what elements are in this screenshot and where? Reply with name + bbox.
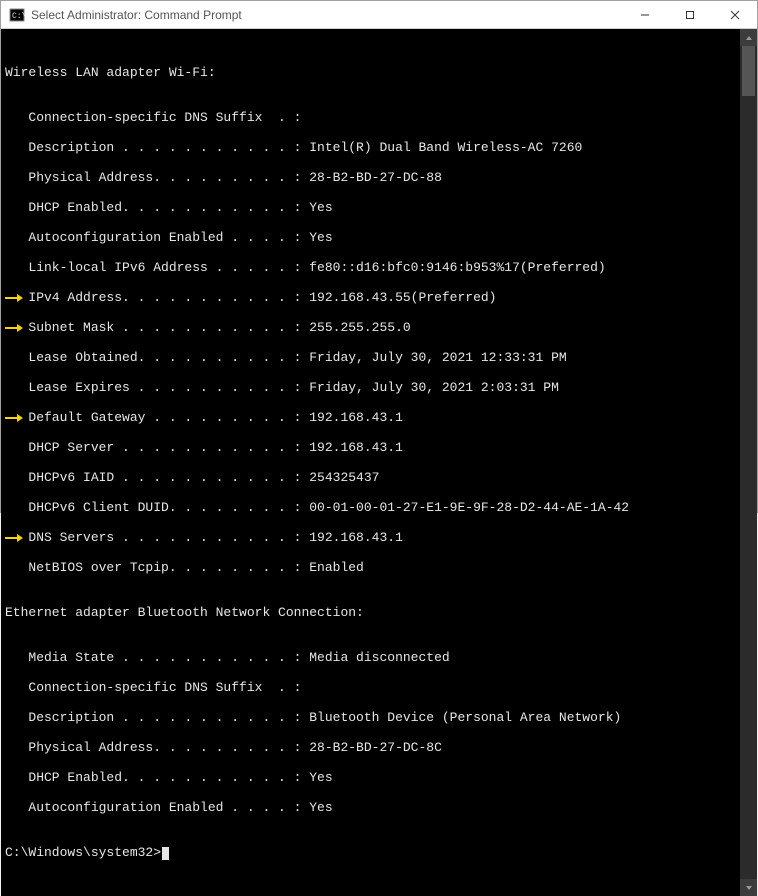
prompt-line: C:\Windows\system32> — [5, 845, 740, 860]
output-line: Physical Address. . . . . . . . . : 28-B… — [5, 170, 740, 185]
output-line: Lease Obtained. . . . . . . . . . : Frid… — [5, 350, 740, 365]
output-line: Connection-specific DNS Suffix . : — [5, 110, 740, 125]
output-line: NetBIOS over Tcpip. . . . . . . . : Enab… — [5, 560, 740, 575]
prompt-text: C:\Windows\system32> — [5, 845, 161, 860]
titlebar[interactable]: C:\ Select Administrator: Command Prompt — [1, 1, 757, 29]
cmd-icon: C:\ — [9, 7, 25, 23]
window-controls — [622, 1, 757, 28]
output-line: Media State . . . . . . . . . . . : Medi… — [5, 650, 740, 665]
output-line: Description . . . . . . . . . . . : Inte… — [5, 140, 740, 155]
highlight-arrow-icon — [5, 294, 23, 302]
output-line: DHCP Enabled. . . . . . . . . . . : Yes — [5, 770, 740, 785]
console-area: Wireless LAN adapter Wi-Fi: Connection-s… — [1, 29, 757, 896]
scrollbar-track[interactable] — [740, 46, 757, 879]
command-prompt-window: C:\ Select Administrator: Command Prompt… — [0, 0, 758, 513]
window-title: Select Administrator: Command Prompt — [31, 8, 622, 22]
output-line: DHCP Enabled. . . . . . . . . . . : Yes — [5, 200, 740, 215]
ipv4-address-line: IPv4 Address. . . . . . . . . . . : 192.… — [5, 290, 740, 305]
scroll-down-button[interactable] — [740, 879, 757, 896]
output-line: Connection-specific DNS Suffix . : — [5, 680, 740, 695]
adapter-header-bluetooth: Ethernet adapter Bluetooth Network Conne… — [5, 605, 740, 620]
output-line: Autoconfiguration Enabled . . . . : Yes — [5, 800, 740, 815]
highlight-arrow-icon — [5, 534, 23, 542]
output-line: Link-local IPv6 Address . . . . . : fe80… — [5, 260, 740, 275]
scrollbar-thumb[interactable] — [742, 46, 755, 96]
output-line: Physical Address. . . . . . . . . : 28-B… — [5, 740, 740, 755]
output-line: Autoconfiguration Enabled . . . . : Yes — [5, 230, 740, 245]
console-output[interactable]: Wireless LAN adapter Wi-Fi: Connection-s… — [1, 29, 740, 896]
highlight-arrow-icon — [5, 324, 23, 332]
dns-servers-line: DNS Servers . . . . . . . . . . . : 192.… — [5, 530, 740, 545]
vertical-scrollbar[interactable] — [740, 29, 757, 896]
output-line: DHCP Server . . . . . . . . . . . : 192.… — [5, 440, 740, 455]
svg-text:C:\: C:\ — [12, 12, 25, 21]
output-line: Lease Expires . . . . . . . . . . : Frid… — [5, 380, 740, 395]
cursor — [162, 847, 169, 860]
output-line: Description . . . . . . . . . . . : Blue… — [5, 710, 740, 725]
close-button[interactable] — [712, 1, 757, 29]
highlight-arrow-icon — [5, 414, 23, 422]
subnet-mask-line: Subnet Mask . . . . . . . . . . . : 255.… — [5, 320, 740, 335]
adapter-header-wifi: Wireless LAN adapter Wi-Fi: — [5, 65, 740, 80]
maximize-button[interactable] — [667, 1, 712, 29]
output-line: DHCPv6 IAID . . . . . . . . . . . : 2543… — [5, 470, 740, 485]
scroll-up-button[interactable] — [740, 29, 757, 46]
minimize-button[interactable] — [622, 1, 667, 29]
default-gateway-line: Default Gateway . . . . . . . . . : 192.… — [5, 410, 740, 425]
